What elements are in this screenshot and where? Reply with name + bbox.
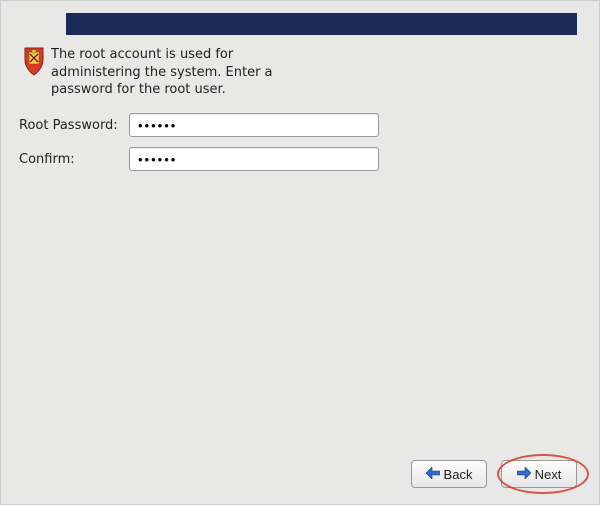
- shield-icon: [23, 47, 45, 77]
- root-password-row: Root Password:: [19, 113, 379, 137]
- confirm-input[interactable]: [129, 147, 379, 171]
- confirm-row: Confirm:: [19, 147, 379, 171]
- back-button[interactable]: Back: [411, 460, 487, 488]
- next-button-label: Next: [535, 467, 562, 482]
- intro-text: The root account is used for administeri…: [51, 46, 301, 99]
- next-button[interactable]: Next: [501, 460, 577, 488]
- intro-row: The root account is used for administeri…: [23, 46, 301, 99]
- arrow-left-icon: [426, 467, 440, 482]
- header-bar: [66, 13, 577, 35]
- root-password-input[interactable]: [129, 113, 379, 137]
- root-password-form: Root Password: Confirm:: [19, 113, 379, 181]
- back-button-label: Back: [444, 467, 473, 482]
- confirm-label: Confirm:: [19, 152, 129, 167]
- arrow-right-icon: [517, 467, 531, 482]
- root-password-label: Root Password:: [19, 118, 129, 133]
- footer-buttons: Back Next: [411, 460, 577, 488]
